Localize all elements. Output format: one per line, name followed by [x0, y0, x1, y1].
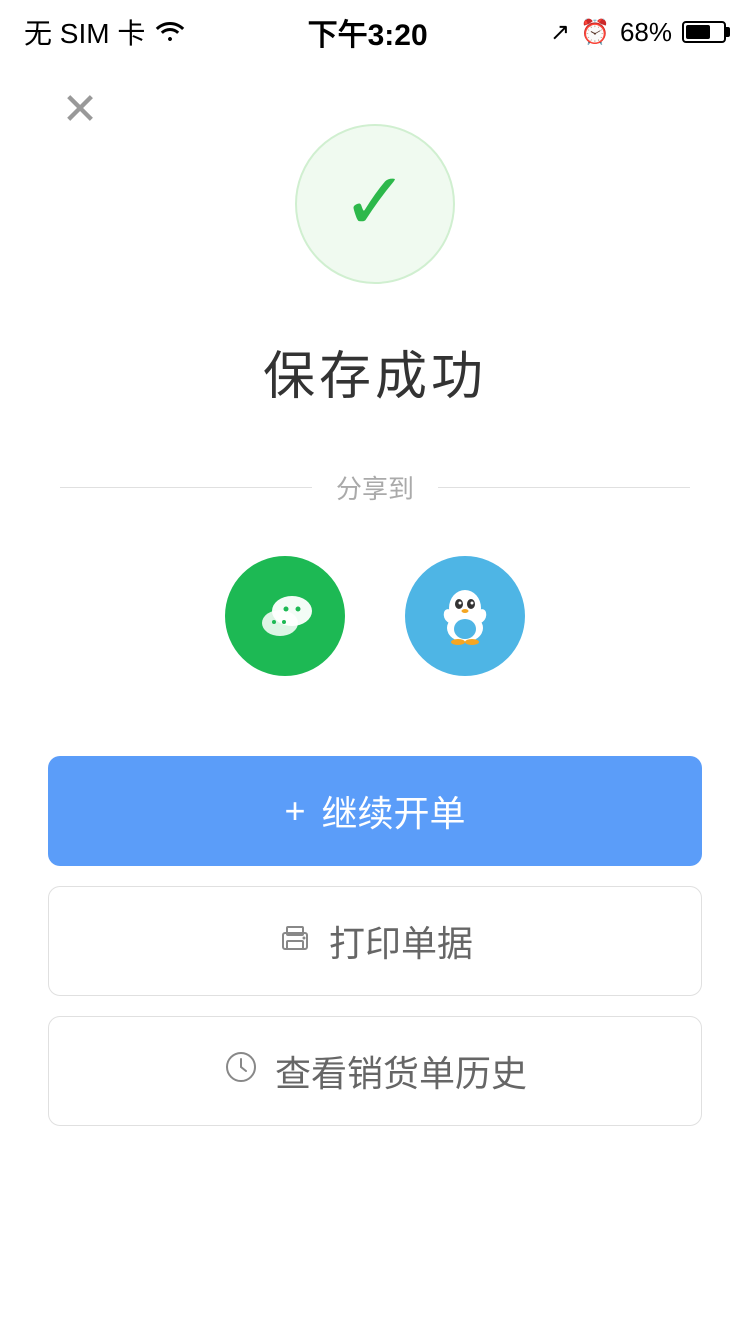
qq-icon: [435, 586, 495, 646]
status-time: 下午3:20: [308, 10, 428, 54]
wifi-icon: [155, 16, 185, 48]
wechat-share-button[interactable]: [225, 556, 345, 676]
clock-icon: [223, 1049, 259, 1094]
plus-icon: +: [284, 790, 305, 832]
continue-button[interactable]: + 继续开单: [48, 756, 702, 866]
print-button[interactable]: 打印单据: [48, 886, 702, 996]
qq-share-button[interactable]: [405, 556, 525, 676]
history-button[interactable]: 查看销货单历史: [48, 1016, 702, 1126]
no-sim-text: 无 SIM 卡: [24, 12, 145, 52]
print-label: 打印单据: [329, 915, 473, 967]
history-label: 查看销货单历史: [275, 1045, 527, 1097]
wechat-icon: [250, 581, 320, 651]
success-title: 保存成功: [263, 334, 487, 409]
checkmark-icon: ✓: [341, 162, 408, 242]
success-circle: ✓: [295, 124, 455, 284]
alarm-icon: ⏰: [580, 18, 610, 47]
status-left: 无 SIM 卡: [24, 12, 185, 52]
share-divider: 分享到: [0, 469, 750, 506]
status-right: ↗ ⏰ 68%: [550, 17, 726, 48]
close-button[interactable]: ✕: [50, 80, 110, 140]
divider-line-left: [60, 487, 312, 488]
main-content: ✓ 保存成功 分享到: [0, 64, 750, 1126]
battery-icon: [682, 21, 726, 43]
close-icon: ✕: [62, 88, 99, 132]
divider-line-right: [438, 487, 690, 488]
status-bar: 无 SIM 卡 下午3:20 ↗ ⏰ 68%: [0, 0, 750, 64]
action-buttons: + 继续开单 打印单据 查看销货单历史: [0, 756, 750, 1126]
share-icons-row: [225, 556, 525, 676]
share-label: 分享到: [312, 469, 438, 506]
continue-label: 继续开单: [322, 785, 466, 837]
battery-percent: 68%: [620, 17, 672, 48]
printer-icon: [277, 919, 313, 964]
location-icon: ↗: [550, 18, 570, 47]
